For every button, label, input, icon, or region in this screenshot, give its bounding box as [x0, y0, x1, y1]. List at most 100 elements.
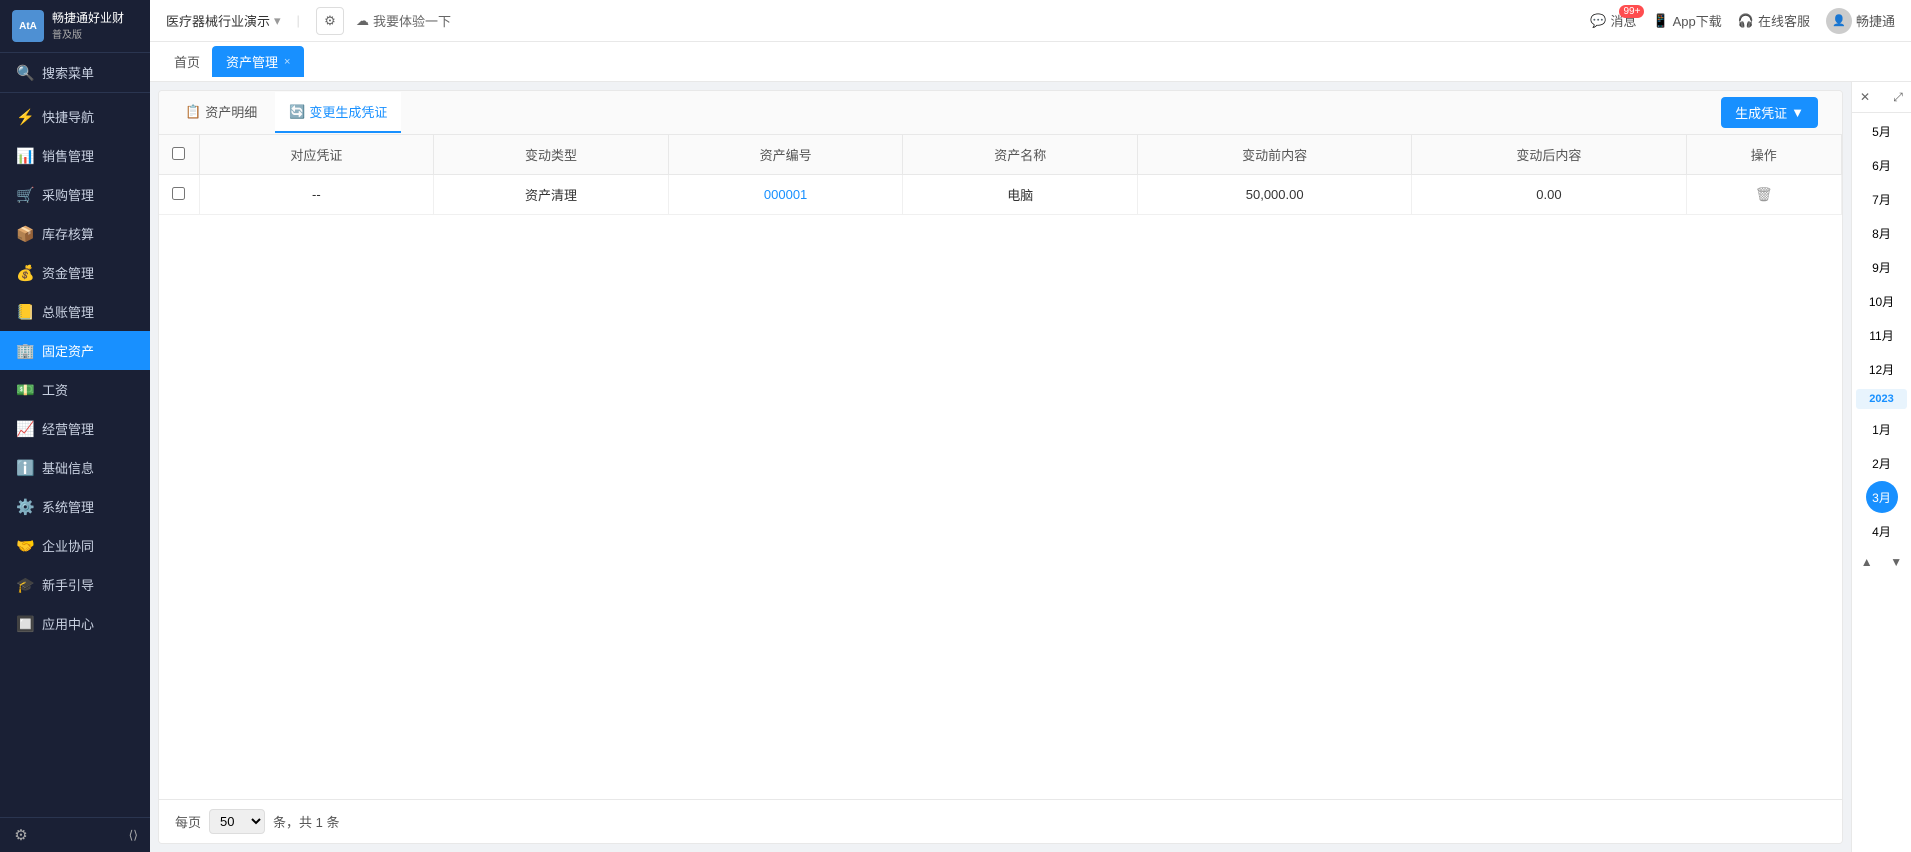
cal-month-12[interactable]: 12月	[1866, 353, 1898, 385]
company-dropdown-icon: ▾	[274, 13, 281, 29]
sidebar-item-quick-nav[interactable]: ⚡ 快捷导航	[0, 97, 150, 136]
cal-month-9[interactable]: 9月	[1866, 251, 1898, 283]
sidebar-item-guide[interactable]: 🎓 新手引导	[0, 565, 150, 604]
calendar-expand-button[interactable]: ⤢	[1889, 88, 1907, 106]
sidebar-item-purchase[interactable]: 🛒 采购管理	[0, 175, 150, 214]
cal-month-11[interactable]: 11月	[1866, 319, 1898, 351]
row-asset-code: 000001	[668, 175, 903, 215]
content-main: 📋 资产明细 🔄 变更生成凭证 生成凭证 ▼	[158, 90, 1843, 844]
cal-nav-row: ▲ ▼	[1852, 549, 1911, 575]
gear-icon: ⚙	[324, 13, 336, 29]
sidebar-nav: ⚡ 快捷导航 📊 销售管理 🛒 采购管理 📦 库存核算 💰 资金管理 📒 总账管…	[0, 93, 150, 817]
row-action: 🗑	[1686, 175, 1841, 215]
sidebar-item-ledger[interactable]: 📒 总账管理	[0, 292, 150, 331]
cal-prev-button[interactable]: ▲	[1858, 553, 1876, 571]
settings-button[interactable]: ⚙	[316, 7, 344, 35]
calendar-header: ✕ ⤢	[1852, 82, 1911, 113]
content-area: 📋 资产明细 🔄 变更生成凭证 生成凭证 ▼	[150, 82, 1911, 852]
cal-month-8[interactable]: 8月	[1866, 217, 1898, 249]
headset-icon: 🎧	[1738, 13, 1754, 29]
sidebar-item-basic-info[interactable]: ℹ️ 基础信息	[0, 448, 150, 487]
row-before-content: 50,000.00	[1138, 175, 1412, 215]
company-name: 医疗器械行业演示	[166, 11, 270, 30]
table-row: -- 资产清理 000001 电脑 50,000.00 0.00 🗑	[159, 175, 1842, 215]
cal-month-2023-3[interactable]: 3月	[1866, 481, 1898, 513]
cal-year-section-2023: 1月 2月 3月 4月	[1852, 411, 1911, 549]
per-page-select[interactable]: 50 10 20 100	[209, 809, 265, 834]
sidebar-search[interactable]: 🔍 搜索菜单	[0, 53, 150, 93]
col-action: 操作	[1686, 135, 1841, 175]
user-menu[interactable]: 👤 畅捷通	[1826, 8, 1895, 34]
sidebar-item-sales[interactable]: 📊 销售管理	[0, 136, 150, 175]
asset-detail-icon: 📋	[185, 104, 201, 120]
calendar-panel: ✕ ⤢ 5月 6月 7月 8月 9月 10月 11月 12月 2023	[1851, 82, 1911, 852]
app-center-icon: 🔲	[16, 615, 34, 633]
experience-button[interactable]: ☁ 我要体验一下	[356, 11, 451, 30]
dropdown-chevron-icon: ▼	[1791, 105, 1804, 120]
sidebar-item-payroll[interactable]: 💵 工资	[0, 370, 150, 409]
sidebar-logo: AtA 畅捷通好业财 普及版	[0, 0, 150, 53]
row-checkbox[interactable]	[172, 187, 185, 200]
tab-asset-management[interactable]: 资产管理 ×	[212, 46, 304, 77]
top-header: 医疗器械行业演示 ▾ | ⚙ ☁ 我要体验一下 💬 消息 99+ 📱 App下载…	[150, 0, 1911, 42]
col-voucher: 对应凭证	[199, 135, 434, 175]
sub-tab-bar: 📋 资产明细 🔄 变更生成凭证 生成凭证 ▼	[159, 91, 1842, 135]
inventory-icon: 📦	[16, 225, 34, 243]
select-all-checkbox[interactable]	[172, 147, 185, 160]
cal-month-2023-2[interactable]: 2月	[1866, 447, 1898, 479]
settings-icon[interactable]: ⚙	[12, 826, 30, 844]
col-before-content: 变动前内容	[1138, 135, 1412, 175]
collapse-btn[interactable]: ⟨⟩	[129, 828, 138, 842]
change-voucher-icon: 🔄	[289, 104, 305, 120]
cal-month-7[interactable]: 7月	[1866, 183, 1898, 215]
sidebar-item-system[interactable]: ⚙️ 系统管理	[0, 487, 150, 526]
sidebar-item-fixed-assets[interactable]: 🏢 固定资产	[0, 331, 150, 370]
cal-month-2023-4[interactable]: 4月	[1866, 515, 1898, 547]
header-right: 💬 消息 99+ 📱 App下载 🎧 在线客服 👤 畅捷通	[1590, 8, 1895, 34]
pagination-bar: 每页 50 10 20 100 条，共 1 条	[159, 799, 1842, 843]
sidebar: AtA 畅捷通好业财 普及版 🔍 搜索菜单 ⚡ 快捷导航 📊 销售管理 🛒 采购…	[0, 0, 150, 852]
message-icon: 💬	[1590, 13, 1606, 29]
sub-tab-asset-detail[interactable]: 📋 资产明细	[171, 92, 271, 133]
fixed-assets-icon: 🏢	[16, 342, 34, 360]
basic-info-icon: ℹ️	[16, 459, 34, 477]
main-area: 医疗器械行业演示 ▾ | ⚙ ☁ 我要体验一下 💬 消息 99+ 📱 App下载…	[150, 0, 1911, 852]
sub-tab-change-voucher[interactable]: 🔄 变更生成凭证	[275, 92, 401, 133]
row-after-content: 0.00	[1412, 175, 1686, 215]
cal-month-6[interactable]: 6月	[1866, 149, 1898, 181]
online-service-button[interactable]: 🎧 在线客服	[1738, 11, 1810, 30]
payroll-icon: 💵	[16, 381, 34, 399]
sidebar-item-app-center[interactable]: 🔲 应用中心	[0, 604, 150, 643]
cal-next-button[interactable]: ▼	[1887, 553, 1905, 571]
tab-close-button[interactable]: ×	[284, 56, 290, 68]
row-voucher: --	[199, 175, 434, 215]
row-checkbox-cell	[159, 175, 199, 215]
delete-icon[interactable]: 🗑	[1755, 186, 1773, 202]
app-download-button[interactable]: 📱 App下载	[1652, 11, 1721, 30]
row-change-type: 资产清理	[434, 175, 669, 215]
generate-voucher-button[interactable]: 生成凭证 ▼	[1721, 97, 1818, 128]
sidebar-item-operations[interactable]: 📈 经营管理	[0, 409, 150, 448]
tab-home[interactable]: 首页	[166, 46, 208, 77]
app-logo-text: 畅捷通好业财 普及版	[52, 11, 124, 42]
messages-button[interactable]: 💬 消息 99+	[1590, 11, 1636, 30]
sidebar-footer: ⚙ ⟨⟩	[0, 817, 150, 852]
cal-month-5[interactable]: 5月	[1866, 115, 1898, 147]
cal-month-2023-1[interactable]: 1月	[1866, 413, 1898, 445]
sidebar-item-finance[interactable]: 💰 资金管理	[0, 253, 150, 292]
calendar-close-button[interactable]: ✕	[1856, 88, 1874, 106]
company-selector[interactable]: 医疗器械行业演示 ▾	[166, 11, 281, 30]
sidebar-item-inventory[interactable]: 📦 库存核算	[0, 214, 150, 253]
col-after-content: 变动后内容	[1412, 135, 1686, 175]
ledger-icon: 📒	[16, 303, 34, 321]
cal-month-10[interactable]: 10月	[1866, 285, 1898, 317]
system-icon: ⚙️	[16, 498, 34, 516]
tab-bar: 首页 资产管理 ×	[150, 42, 1911, 82]
search-icon: 🔍	[16, 64, 34, 82]
select-all-header	[159, 135, 199, 175]
sales-icon: 📊	[16, 147, 34, 165]
operations-icon: 📈	[16, 420, 34, 438]
cal-year-section-2022: 5月 6月 7月 8月 9月 10月 11月 12月	[1852, 113, 1911, 387]
cooperation-icon: 🤝	[16, 537, 34, 555]
sidebar-item-cooperation[interactable]: 🤝 企业协同	[0, 526, 150, 565]
